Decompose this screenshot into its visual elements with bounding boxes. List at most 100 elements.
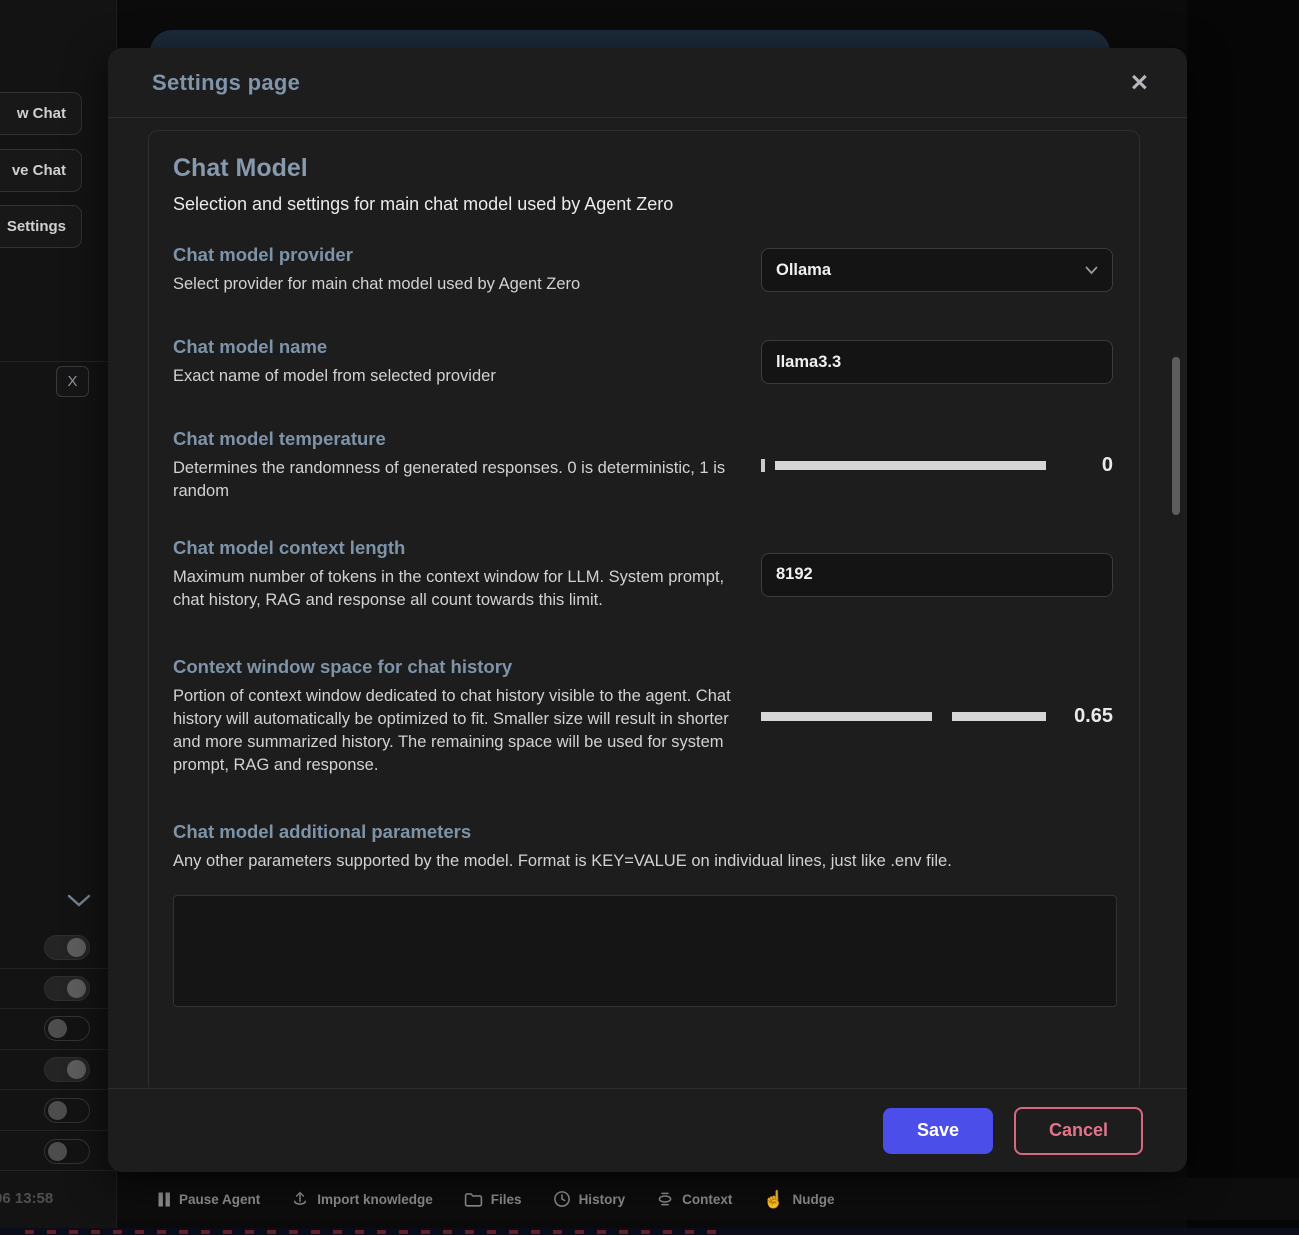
toolbar-label: Nudge [792,1191,835,1207]
settings-modal: Settings page ✕ Chat Model Selection and… [108,48,1187,1172]
save-button[interactable]: Save [883,1107,993,1154]
sidebar-button-label: Settings [6,218,66,235]
toolbar-label: Files [490,1191,522,1207]
sidebar-button-label: w Chat [16,105,66,122]
sidebar-button-new-chat[interactable]: w Chat [0,92,82,135]
field-chat-model-context-length: Chat model context length Maximum number… [173,537,1115,612]
clock-icon [553,1191,570,1207]
app-root: w Chat ve Chat Settings X 06 13:58 [0,0,1299,1235]
divider [0,1170,116,1171]
modal-body: Chat Model Selection and settings for ma… [108,118,1187,1087]
field-context-window-space: Context window space for chat history Po… [173,656,1115,777]
nudge-icon: ☝ [763,1189,785,1209]
divider [0,361,116,362]
toolbar-label: Pause Agent [179,1191,261,1207]
toggle-switch[interactable] [44,976,90,1001]
field-text: Chat model temperature Determines the ra… [173,428,761,503]
field-description: Maximum number of tokens in the context … [173,568,725,609]
context-icon [658,1192,672,1206]
context-button[interactable]: Context [656,1190,732,1208]
progress-dashes [25,1230,727,1234]
context-length-input[interactable] [761,552,1113,597]
field-label: Chat model additional parameters [173,821,472,842]
toggle-knob [67,938,86,957]
field-chat-model-name: Chat model name Exact name of model from… [173,336,1115,388]
sidebar-close-button[interactable]: X [56,366,89,397]
field-description: Exact name of model from selected provid… [173,367,496,385]
toggle-knob [48,1142,67,1161]
history-space-value: 0.65 [1074,705,1113,727]
field-control: Ollama [761,244,1113,296]
provider-selected-value: Ollama [776,260,832,279]
section-subtitle: Selection and settings for main chat mod… [173,194,674,214]
provider-select[interactable]: Ollama [761,248,1113,292]
field-label: Context window space for chat history [173,656,513,677]
temperature-slider[interactable] [761,459,1046,472]
field-additional-parameters: Chat model additional parameters Any oth… [173,821,1117,1012]
additional-parameters-textarea[interactable] [173,895,1117,1007]
bottom-progress-strip [0,1228,1299,1235]
model-name-input[interactable] [761,340,1113,384]
field-text: Chat model provider Select provider for … [173,244,761,296]
toggle-knob [48,1101,67,1120]
toggle-switch[interactable] [44,935,90,960]
slider-track-right [952,712,1046,721]
folder-icon [464,1192,483,1207]
right-dark-region [1187,0,1299,1235]
history-space-slider[interactable] [761,710,1046,723]
cancel-button[interactable]: Cancel [1014,1106,1143,1155]
divider [0,1089,116,1090]
slider-track [775,461,1046,470]
modal-scrollbar[interactable] [1172,357,1180,515]
field-control: 0 [761,428,1113,503]
toolbar-label: Import knowledge [317,1191,433,1207]
field-label: Chat model provider [173,244,353,265]
field-text: Chat model context length Maximum number… [173,537,761,612]
toggle-switch[interactable] [44,1139,90,1164]
field-text: Chat model name Exact name of model from… [173,336,761,388]
sidebar-button-settings[interactable]: Settings [0,205,82,248]
field-description: Select provider for main chat model used… [173,275,581,293]
field-label: Chat model context length [173,537,406,558]
toggle-knob [48,1019,67,1038]
divider [0,968,116,969]
import-knowledge-button[interactable]: Import knowledge [291,1190,433,1208]
field-control [761,537,1113,612]
field-description: Any other parameters supported by the mo… [173,852,952,870]
field-description: Portion of context window dedicated to c… [173,687,731,774]
toggle-knob [67,1060,86,1079]
close-icon[interactable]: ✕ [1130,69,1149,96]
bottom-toolbar: Pause Agent Import knowledge Files Histo… [117,1178,1299,1220]
chevron-down-icon [1085,266,1098,274]
field-text: Context window space for chat history Po… [173,656,761,777]
toggle-switch[interactable] [44,1057,90,1082]
section-title: Chat Model [173,154,308,182]
upload-icon [294,1191,307,1205]
slider-thumb[interactable] [932,712,952,721]
toggle-switch[interactable] [44,1016,90,1041]
history-button[interactable]: History [553,1190,625,1208]
modal-title: Settings page [152,69,301,95]
pause-icon [158,1192,170,1206]
sidebar-close-label: X [67,373,78,390]
field-label: Chat model name [173,336,328,357]
field-description: Determines the randomness of generated r… [173,459,726,500]
field-label: Chat model temperature [173,428,386,449]
temperature-value: 0 [1101,454,1113,476]
sidebar-button-label: ve Chat [11,162,66,179]
nudge-button[interactable]: ☝ Nudge [763,1191,834,1208]
sidebar-button-save-chat[interactable]: ve Chat [0,149,82,192]
chat-model-section: Chat Model Selection and settings for ma… [148,130,1140,1087]
toggle-knob [67,979,86,998]
slider-thumb[interactable] [761,459,765,472]
sidebar: w Chat ve Chat Settings X 06 13:58 [0,0,117,1235]
toolbar-label: Context [682,1191,733,1207]
files-button[interactable]: Files [464,1191,522,1208]
toggle-switch[interactable] [44,1098,90,1123]
field-chat-model-provider: Chat model provider Select provider for … [173,244,1115,296]
chat-timestamp: 06 13:58 [0,1190,54,1207]
slider-track-left [761,712,932,721]
pause-agent-button[interactable]: Pause Agent [158,1192,260,1207]
divider [0,1130,116,1131]
chevron-down-icon[interactable] [66,893,92,914]
